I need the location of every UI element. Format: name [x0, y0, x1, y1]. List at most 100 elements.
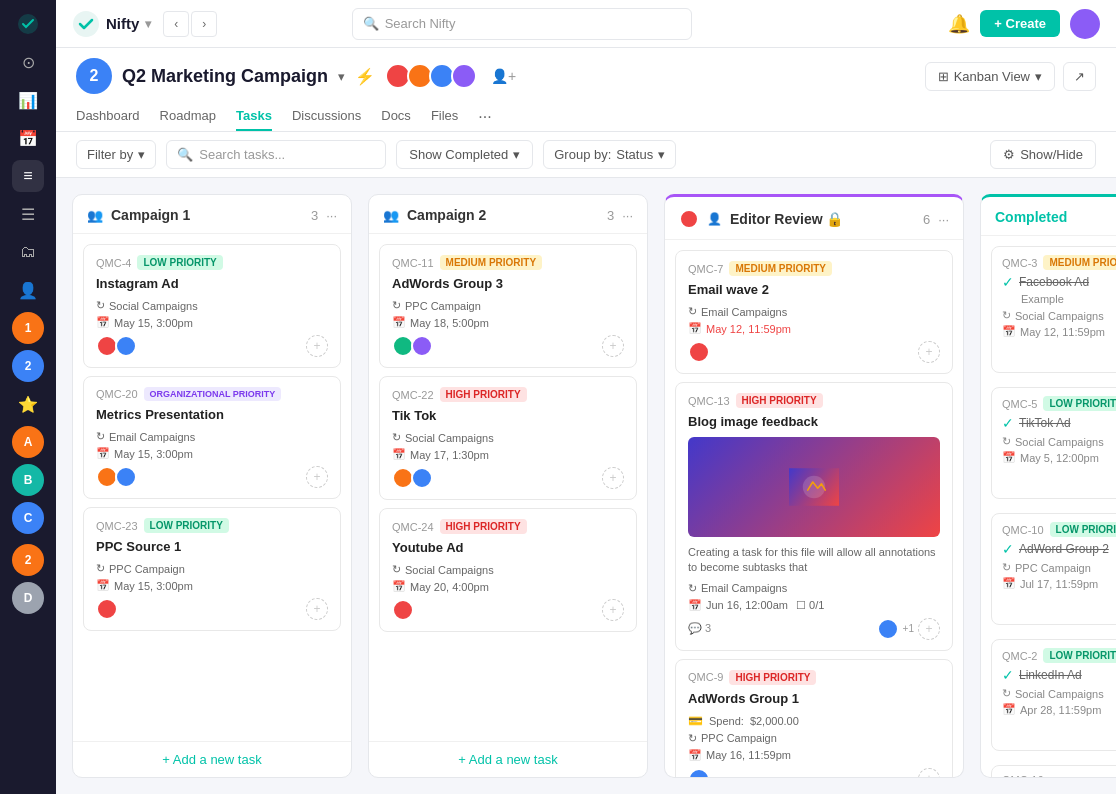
add-assignee-button[interactable]: +: [306, 335, 328, 357]
tab-files[interactable]: Files: [431, 102, 458, 131]
task-search[interactable]: 🔍 Search tasks...: [166, 140, 386, 169]
group-by-button[interactable]: Group by: Status ▾: [543, 140, 676, 169]
column-editor-review: 👤 Editor Review 🔒 6 ··· QMC-7 MEDIUM PRI…: [664, 194, 964, 778]
group-by-label: Group by:: [554, 147, 611, 162]
campaign1-count: 3: [311, 208, 318, 223]
add-assignee-button[interactable]: +: [918, 618, 940, 640]
share-button[interactable]: ↗: [1063, 62, 1096, 91]
sidebar-avatar-4[interactable]: D: [12, 582, 44, 614]
card-qmc22-avatars: [392, 467, 433, 489]
card-qmc4-title: Instagram Ad: [96, 276, 328, 291]
sidebar-item-home[interactable]: ⊙: [12, 46, 44, 78]
completed-card-qmc3[interactable]: QMC-3 MEDIUM PRIORITY ✓ Facebook Ad Exam…: [991, 246, 1116, 373]
check-icon: ✓: [1002, 274, 1014, 290]
campaign2-count: 3: [607, 208, 614, 223]
sidebar-item-analytics[interactable]: 📊: [12, 84, 44, 116]
project-title-chevron[interactable]: ▾: [338, 69, 345, 84]
card-qmc4-date: 📅 May 15, 3:00pm: [96, 316, 328, 329]
date-icon: 📅: [392, 580, 406, 593]
completed-card-qmc5[interactable]: QMC-5 LOW PRIORITY ✓ TikTok Ad ↻ Social …: [991, 387, 1116, 499]
app-dropdown-icon[interactable]: ▾: [145, 17, 151, 31]
sidebar-item-tasks[interactable]: ≡: [12, 160, 44, 192]
editor-review-title: Editor Review 🔒: [730, 211, 915, 227]
add-assignee-button[interactable]: +: [306, 598, 328, 620]
tab-docs[interactable]: Docs: [381, 102, 411, 131]
notifications-icon[interactable]: 🔔: [948, 13, 970, 35]
card-qmc4[interactable]: QMC-4 LOW PRIORITY Instagram Ad ↻ Social…: [83, 244, 341, 368]
filter-button[interactable]: Filter by ▾: [76, 140, 156, 169]
add-assignee-button[interactable]: +: [918, 768, 940, 777]
nav-back[interactable]: ‹: [163, 11, 189, 37]
sidebar-avatar-3[interactable]: C: [12, 502, 44, 534]
sidebar-item-portfolio[interactable]: 🗂: [12, 236, 44, 268]
card-qmc9[interactable]: QMC-9 HIGH PRIORITY AdWords Group 1 💳 Sp…: [675, 659, 953, 777]
campaign-icon: ↻: [688, 732, 697, 745]
add-assignee-button[interactable]: +: [918, 341, 940, 363]
campaign2-add-task[interactable]: + Add a new task: [369, 741, 647, 777]
sidebar-logo[interactable]: [12, 8, 44, 40]
spend-label: Spend:: [709, 715, 744, 727]
add-member-icon[interactable]: 👤+: [491, 68, 516, 84]
completed-qmc3-priority: MEDIUM PRIORITY: [1043, 255, 1116, 270]
tab-discussions[interactable]: Discussions: [292, 102, 361, 131]
card-qmc9-campaign: ↻ PPC Campaign: [688, 732, 940, 745]
add-assignee-button[interactable]: +: [602, 599, 624, 621]
card-qmc23[interactable]: QMC-23 LOW PRIORITY PPC Source 1 ↻ PPC C…: [83, 507, 341, 631]
card-qmc24[interactable]: QMC-24 HIGH PRIORITY Youtube Ad ↻ Social…: [379, 508, 637, 632]
check-icon: ✓: [1002, 667, 1014, 683]
completed-card-qmc16[interactable]: QMC-16 ✓ Monday Meeting 📅 Apr 25, 11:59p…: [991, 765, 1116, 777]
nav-forward[interactable]: ›: [191, 11, 217, 37]
completed-qmc10-title: AdWord Group 2: [1019, 542, 1109, 556]
check-icon: ✓: [1002, 541, 1014, 557]
date-icon: 📅: [688, 322, 702, 335]
app-logo[interactable]: Nifty ▾: [72, 10, 151, 38]
toolbar: Filter by ▾ 🔍 Search tasks... Show Compl…: [56, 132, 1116, 178]
card-qmc20[interactable]: QMC-20 ORGANIZATIONAL PRIORITY Metrics P…: [83, 376, 341, 499]
avatar: [411, 467, 433, 489]
tab-dashboard[interactable]: Dashboard: [76, 102, 140, 131]
topbar: Nifty ▾ ‹ › 🔍 Search Nifty 🔔 + Create: [56, 0, 1116, 48]
sidebar-badge-2[interactable]: 2: [12, 544, 44, 576]
sidebar-item-badge-1[interactable]: 1: [12, 312, 44, 344]
card-qmc11[interactable]: QMC-11 MEDIUM PRIORITY AdWords Group 3 ↻…: [379, 244, 637, 368]
sidebar-item-calendar[interactable]: 📅: [12, 122, 44, 154]
add-assignee-button[interactable]: +: [602, 335, 624, 357]
card-qmc13[interactable]: QMC-13 HIGH PRIORITY Blog image feedback: [675, 382, 953, 651]
card-qmc20-meta: QMC-20 ORGANIZATIONAL PRIORITY: [96, 387, 328, 401]
tab-tasks[interactable]: Tasks: [236, 102, 272, 131]
show-hide-button[interactable]: ⚙ Show/Hide: [990, 140, 1096, 169]
team-avatars: [385, 63, 477, 89]
completed-card-qmc10[interactable]: QMC-10 LOW PRIORITY ✓ AdWord Group 2 ↻ P…: [991, 513, 1116, 625]
card-qmc7[interactable]: QMC-7 MEDIUM PRIORITY Email wave 2 ↻ Ema…: [675, 250, 953, 374]
sidebar-avatar-2[interactable]: B: [12, 464, 44, 496]
card-qmc11-title: AdWords Group 3: [392, 276, 624, 291]
tab-roadmap[interactable]: Roadmap: [160, 102, 216, 131]
campaign1-more-icon[interactable]: ···: [326, 208, 337, 223]
editor-review-more-icon[interactable]: ···: [938, 212, 949, 227]
sidebar-item-badge-2[interactable]: 2: [12, 350, 44, 382]
add-assignee-button[interactable]: +: [306, 466, 328, 488]
add-assignee-button[interactable]: +: [602, 467, 624, 489]
group-by-value: Status: [616, 147, 653, 162]
card-qmc22[interactable]: QMC-22 HIGH PRIORITY Tik Tok ↻ Social Ca…: [379, 376, 637, 500]
campaign1-add-task[interactable]: + Add a new task: [73, 741, 351, 777]
card-qmc22-date: 📅 May 17, 1:30pm: [392, 448, 624, 461]
completed-qmc3-title: Facebook Ad: [1019, 275, 1089, 289]
tabs-more[interactable]: ···: [478, 102, 491, 131]
create-button[interactable]: + Create: [980, 10, 1060, 37]
sidebar-item-people[interactable]: 👤: [12, 274, 44, 306]
show-completed-button[interactable]: Show Completed ▾: [396, 140, 533, 169]
campaign-icon: ↻: [688, 582, 697, 595]
user-avatar[interactable]: [1070, 9, 1100, 39]
campaign2-more-icon[interactable]: ···: [622, 208, 633, 223]
sidebar-item-list[interactable]: ☰: [12, 198, 44, 230]
sidebar-avatar-1[interactable]: A: [12, 426, 44, 458]
sidebar-item-star[interactable]: ⭐: [12, 388, 44, 420]
card-qmc13-campaign: ↻ Email Campaigns: [688, 582, 940, 595]
kanban-view-button[interactable]: ⊞ Kanban View ▾: [925, 62, 1055, 91]
global-search[interactable]: 🔍 Search Nifty: [352, 8, 692, 40]
card-qmc24-id: QMC-24: [392, 521, 434, 533]
completed-qmc3-meta: QMC-3 MEDIUM PRIORITY: [1002, 255, 1116, 270]
completed-qmc3-campaign: ↻ Social Campaigns: [1002, 309, 1116, 322]
completed-card-qmc2[interactable]: QMC-2 LOW PRIORITY ✓ LinkedIn Ad ↻ Socia…: [991, 639, 1116, 751]
